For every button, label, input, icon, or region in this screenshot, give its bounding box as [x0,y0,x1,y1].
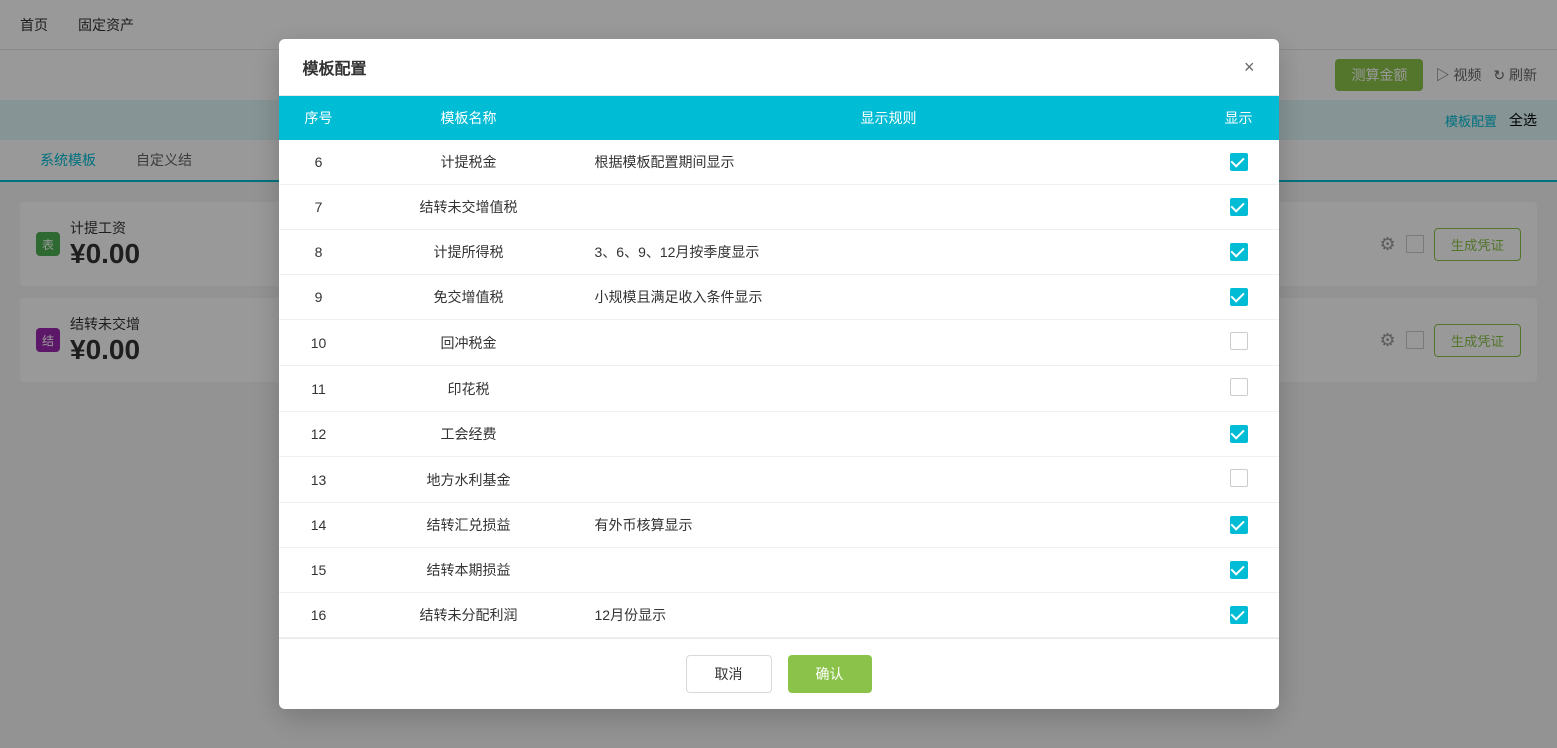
cell-checkbox [1199,412,1279,457]
modal-header: 模板配置 × [279,39,1279,96]
cell-name: 结转本期损益 [359,548,579,593]
table-body: 6计提税金根据模板配置期间显示7结转未交增值税8计提所得税3、6、9、12月按季… [279,140,1279,638]
cell-name: 印花税 [359,366,579,412]
modal-title: 模板配置 [303,55,367,79]
table-row: 14结转汇兑损益有外币核算显示 [279,503,1279,548]
modal-overlay: 模板配置 × 序号 模板名称 显示规则 显示 6计提税金根据模板配置期间显示7结… [0,0,1557,748]
cell-id: 14 [279,503,359,548]
table-row: 12工会经费 [279,412,1279,457]
cell-rule: 有外币核算显示 [579,503,1199,548]
config-table: 序号 模板名称 显示规则 显示 6计提税金根据模板配置期间显示7结转未交增值税8… [279,96,1279,638]
cell-rule [579,185,1199,230]
cell-checkbox [1199,320,1279,366]
cell-id: 9 [279,275,359,320]
col-header-name: 模板名称 [359,96,579,140]
cell-id: 10 [279,320,359,366]
cell-checkbox [1199,275,1279,320]
cell-rule [579,412,1199,457]
cell-checkbox [1199,593,1279,638]
table-row: 10回冲税金 [279,320,1279,366]
cell-name: 回冲税金 [359,320,579,366]
row-checkbox[interactable] [1230,288,1248,306]
cell-rule [579,548,1199,593]
row-checkbox[interactable] [1230,469,1248,487]
table-row: 11印花税 [279,366,1279,412]
row-checkbox[interactable] [1230,153,1248,171]
cancel-button[interactable]: 取消 [686,655,772,693]
cell-name: 工会经费 [359,412,579,457]
row-checkbox[interactable] [1230,243,1248,261]
cell-name: 计提所得税 [359,230,579,275]
cell-checkbox [1199,230,1279,275]
row-checkbox[interactable] [1230,378,1248,396]
cell-name: 结转未交增值税 [359,185,579,230]
table-row: 9免交增值税小规模且满足收入条件显示 [279,275,1279,320]
cell-id: 13 [279,457,359,503]
cell-checkbox [1199,140,1279,185]
table-header: 序号 模板名称 显示规则 显示 [279,96,1279,140]
cell-name: 计提税金 [359,140,579,185]
cell-id: 8 [279,230,359,275]
row-checkbox[interactable] [1230,516,1248,534]
table-row: 13地方水利基金 [279,457,1279,503]
template-config-modal: 模板配置 × 序号 模板名称 显示规则 显示 6计提税金根据模板配置期间显示7结… [279,39,1279,709]
cell-id: 11 [279,366,359,412]
modal-close-button[interactable]: × [1244,57,1255,78]
cell-id: 6 [279,140,359,185]
row-checkbox[interactable] [1230,606,1248,624]
confirm-button[interactable]: 确认 [788,655,872,693]
cell-rule: 小规模且满足收入条件显示 [579,275,1199,320]
modal-footer: 取消 确认 [279,638,1279,709]
col-header-rule: 显示规则 [579,96,1199,140]
cell-id: 16 [279,593,359,638]
row-checkbox[interactable] [1230,332,1248,350]
table-row: 7结转未交增值税 [279,185,1279,230]
table-row: 8计提所得税3、6、9、12月按季度显示 [279,230,1279,275]
cell-rule: 根据模板配置期间显示 [579,140,1199,185]
table-row: 6计提税金根据模板配置期间显示 [279,140,1279,185]
cell-name: 结转汇兑损益 [359,503,579,548]
row-checkbox[interactable] [1230,198,1248,216]
row-checkbox[interactable] [1230,425,1248,443]
table-row: 15结转本期损益 [279,548,1279,593]
cell-checkbox [1199,457,1279,503]
cell-name: 免交增值税 [359,275,579,320]
col-header-display: 显示 [1199,96,1279,140]
cell-checkbox [1199,366,1279,412]
row-checkbox[interactable] [1230,561,1248,579]
table-row: 16结转未分配利润12月份显示 [279,593,1279,638]
cell-rule: 12月份显示 [579,593,1199,638]
cell-rule [579,457,1199,503]
cell-rule [579,320,1199,366]
cell-checkbox [1199,503,1279,548]
modal-body: 序号 模板名称 显示规则 显示 6计提税金根据模板配置期间显示7结转未交增值税8… [279,96,1279,638]
cell-rule: 3、6、9、12月按季度显示 [579,230,1199,275]
cell-checkbox [1199,185,1279,230]
cell-id: 7 [279,185,359,230]
cell-id: 12 [279,412,359,457]
cell-name: 地方水利基金 [359,457,579,503]
cell-id: 15 [279,548,359,593]
cell-checkbox [1199,548,1279,593]
cell-name: 结转未分配利润 [359,593,579,638]
cell-rule [579,366,1199,412]
col-header-id: 序号 [279,96,359,140]
